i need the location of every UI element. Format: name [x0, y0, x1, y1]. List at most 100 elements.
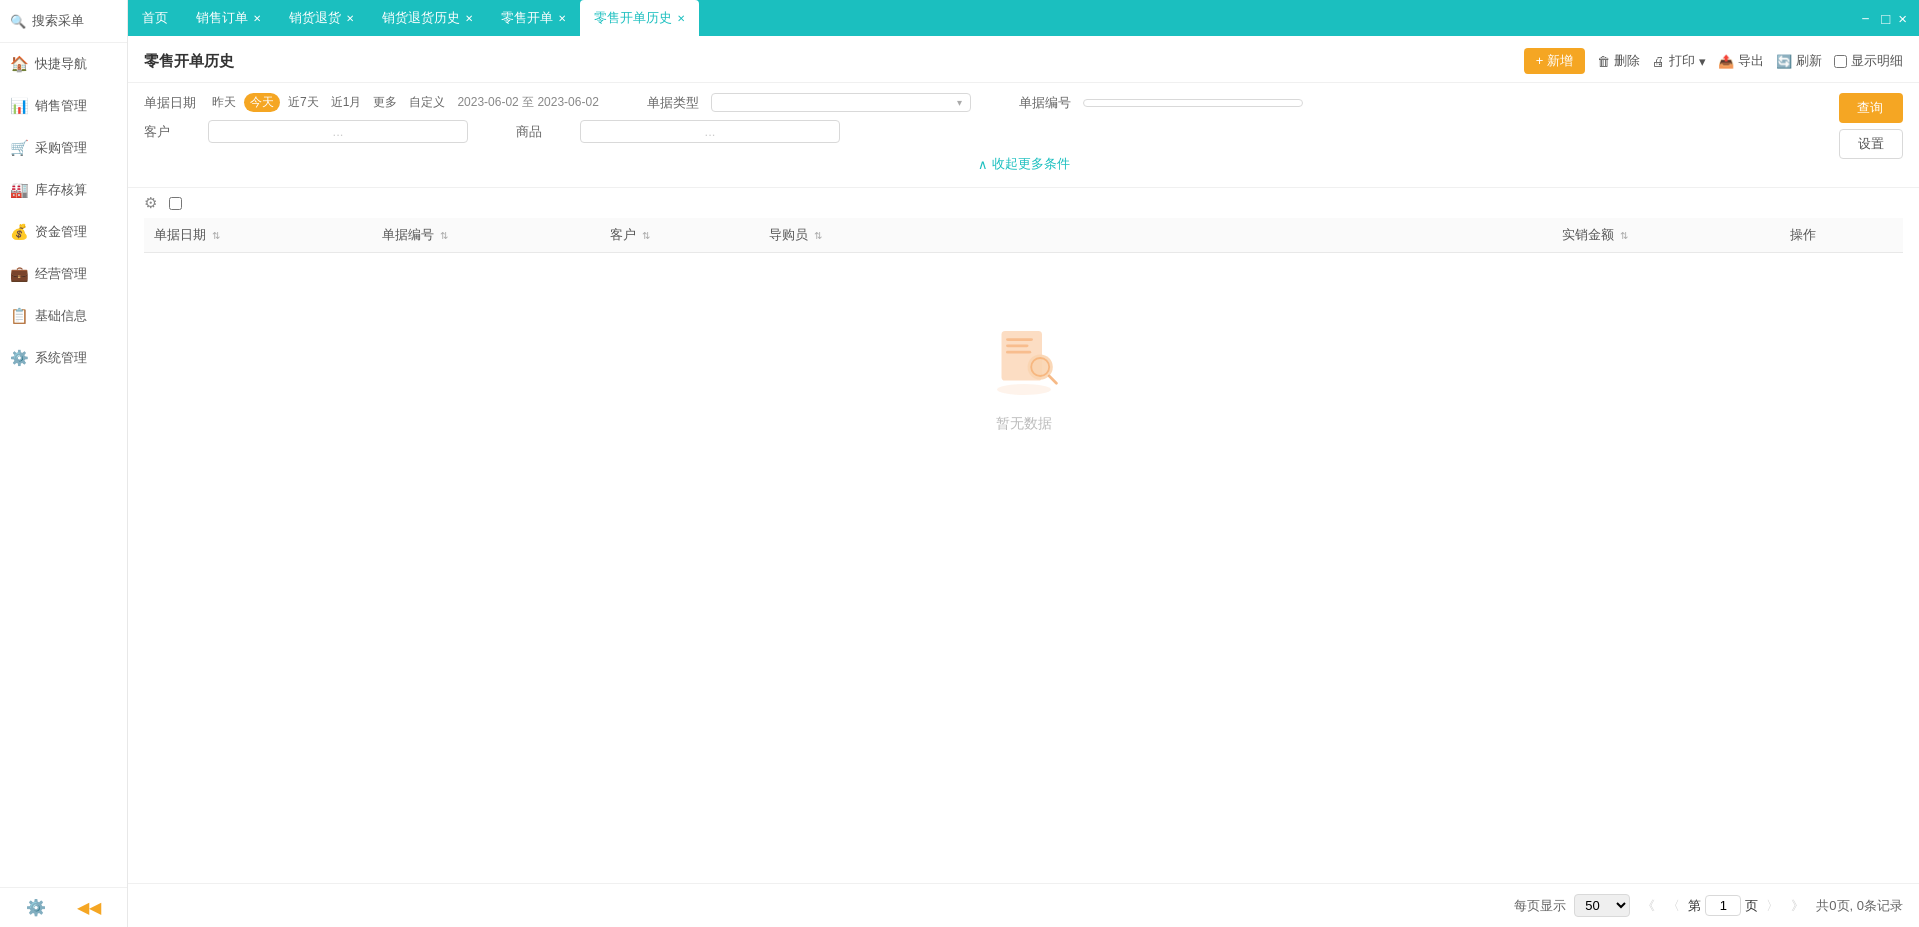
file-icon: 📋 — [10, 307, 29, 325]
svg-rect-4 — [1006, 351, 1031, 354]
page-title: 零售开单历史 — [144, 52, 234, 71]
number-input[interactable] — [1083, 99, 1303, 107]
settings-icon-btn[interactable]: ⚙️ — [26, 898, 46, 917]
print-button[interactable]: 🖨 打印 ▾ — [1652, 52, 1706, 70]
sidebar-item-purchase-mgmt[interactable]: 🛒 采购管理 — [0, 127, 127, 169]
sidebar-item-operations[interactable]: 💼 经营管理 — [0, 253, 127, 295]
chart-icon: 📊 — [10, 97, 29, 115]
col-action: 操作 — [1780, 218, 1903, 253]
sort-customer-icon[interactable]: ⇅ — [642, 230, 650, 241]
date-btn-today[interactable]: 今天 — [244, 93, 280, 112]
collapse-up-icon: ∧ — [978, 157, 988, 172]
date-btn-7days[interactable]: 近7天 — [284, 93, 323, 112]
col-amount: 实销金额 ⇅ — [1552, 218, 1780, 253]
tab-retail-history-label: 零售开单历史 — [594, 9, 672, 27]
page-header: 零售开单历史 + 新增 🗑 删除 🖨 打印 ▾ 📤 导出 — [128, 36, 1919, 83]
date-btn-yesterday[interactable]: 昨天 — [208, 93, 240, 112]
display-checkbox[interactable] — [1834, 55, 1847, 68]
close-tab-sales-return-history[interactable]: ✕ — [465, 13, 473, 24]
close-tab-sales-return[interactable]: ✕ — [346, 13, 354, 24]
add-button[interactable]: + 新增 — [1524, 48, 1585, 74]
refresh-button[interactable]: 🔄 刷新 — [1776, 52, 1822, 70]
display-label: 显示明细 — [1851, 52, 1903, 70]
sidebar-item-quick-nav[interactable]: 🏠 快捷导航 — [0, 43, 127, 85]
goods-input[interactable]: ... — [580, 120, 840, 143]
table-header-row: 单据日期 ⇅ 单据编号 ⇅ 客户 ⇅ 导购员 ⇅ — [144, 218, 1903, 253]
close-btn[interactable]: × — [1898, 10, 1907, 27]
prev-page-btn[interactable]: 〈 — [1663, 895, 1684, 917]
tab-retail-history[interactable]: 零售开单历史 ✕ — [580, 0, 699, 36]
type-select[interactable]: ▾ — [711, 93, 971, 112]
table-settings-icon[interactable]: ⚙ — [144, 194, 157, 212]
sidebar-search[interactable]: 🔍 搜索采单 — [0, 0, 127, 43]
warehouse-icon: 🏭 — [10, 181, 29, 199]
col-action-label: 操作 — [1790, 227, 1816, 242]
select-all-checkbox[interactable] — [169, 197, 182, 210]
print-arrow-icon: ▾ — [1699, 54, 1706, 69]
sort-number-icon[interactable]: ⇅ — [440, 230, 448, 241]
export-label: 导出 — [1738, 52, 1764, 70]
pagination-bar: 每页显示 20 50 100 《 〈 第 页 〉 》 共0页, 0条记录 — [128, 883, 1919, 927]
query-button[interactable]: 查询 — [1839, 93, 1903, 123]
delete-label: 删除 — [1614, 52, 1640, 70]
tab-home[interactable]: 首页 — [128, 0, 182, 36]
tab-sales-order[interactable]: 销售订单 ✕ — [182, 0, 275, 36]
date-btn-1month[interactable]: 近1月 — [327, 93, 366, 112]
export-button[interactable]: 📤 导出 — [1718, 52, 1764, 70]
sidebar-item-basic-info[interactable]: 📋 基础信息 — [0, 295, 127, 337]
table-toolbar: ⚙ — [144, 188, 1903, 218]
tab-sales-return-history[interactable]: 销货退货历史 ✕ — [368, 0, 487, 36]
filter-settings-button[interactable]: 设置 — [1839, 129, 1903, 159]
minimize-btn[interactable]: － — [1858, 9, 1873, 28]
refresh-label: 刷新 — [1796, 52, 1822, 70]
add-label: + 新增 — [1536, 52, 1573, 70]
gear-icon: ⚙️ — [10, 349, 29, 367]
sidebar-item-label: 销售管理 — [35, 97, 87, 115]
page-word: 第 — [1688, 897, 1701, 915]
close-tab-sales-order[interactable]: ✕ — [253, 13, 261, 24]
shopping-icon: 🛒 — [10, 139, 29, 157]
sidebar-item-label: 快捷导航 — [35, 55, 87, 73]
delete-button[interactable]: 🗑 删除 — [1597, 52, 1640, 70]
last-page-btn[interactable]: 》 — [1787, 895, 1808, 917]
sidebar-item-system[interactable]: ⚙️ 系统管理 — [0, 337, 127, 379]
close-tab-retail-open[interactable]: ✕ — [558, 13, 566, 24]
sort-guide-icon[interactable]: ⇅ — [814, 230, 822, 241]
tab-sales-return-history-label: 销货退货历史 — [382, 9, 460, 27]
close-tab-retail-history[interactable]: ✕ — [677, 13, 685, 24]
date-btn-more[interactable]: 更多 — [369, 93, 401, 112]
empty-icon — [979, 313, 1069, 403]
sidebar-item-sales-mgmt[interactable]: 📊 销售管理 — [0, 85, 127, 127]
col-guide-label: 导购员 — [769, 227, 808, 242]
filter-row-2: 客户 ... 商品 ... — [144, 120, 1903, 143]
display-toggle[interactable]: 显示明细 — [1834, 52, 1903, 70]
first-page-btn[interactable]: 《 — [1638, 895, 1659, 917]
customer-dots: ... — [333, 124, 344, 139]
maximize-btn[interactable]: □ — [1881, 10, 1890, 27]
sidebar-item-label: 经营管理 — [35, 265, 87, 283]
per-page-select[interactable]: 20 50 100 — [1574, 894, 1630, 917]
tab-sales-return-label: 销货退货 — [289, 9, 341, 27]
tabs-bar: 首页 销售订单 ✕ 销货退货 ✕ 销货退货历史 ✕ 零售开单 ✕ 零售开单历史 … — [128, 0, 1919, 36]
customer-input[interactable]: ... — [208, 120, 468, 143]
collapse-icon-btn[interactable]: ◀◀ — [77, 898, 101, 917]
tab-sales-return[interactable]: 销货退货 ✕ — [275, 0, 368, 36]
page-input[interactable] — [1705, 895, 1741, 916]
sidebar-item-inventory[interactable]: 🏭 库存核算 — [0, 169, 127, 211]
tab-sales-order-label: 销售订单 — [196, 9, 248, 27]
sidebar-item-label: 采购管理 — [35, 139, 87, 157]
sort-date-icon[interactable]: ⇅ — [212, 230, 220, 241]
date-range: 2023-06-02 至 2023-06-02 — [457, 94, 598, 111]
sidebar-item-label: 库存核算 — [35, 181, 87, 199]
collapse-more-btn[interactable]: ∧ 收起更多条件 — [144, 151, 1903, 177]
tab-retail-open[interactable]: 零售开单 ✕ — [487, 0, 580, 36]
date-btn-custom[interactable]: 自定义 — [405, 93, 449, 112]
home-icon: 🏠 — [10, 55, 29, 73]
sort-amount-icon[interactable]: ⇅ — [1620, 230, 1628, 241]
filter-row-1: 单据日期 昨天 今天 近7天 近1月 更多 自定义 2023-06-02 至 2… — [144, 93, 1903, 112]
sidebar-item-finance[interactable]: 💰 资金管理 — [0, 211, 127, 253]
next-page-btn[interactable]: 〉 — [1762, 895, 1783, 917]
refresh-icon: 🔄 — [1776, 54, 1792, 69]
col-amount-label: 实销金额 — [1562, 227, 1614, 242]
col-guide: 导购员 ⇅ — [759, 218, 952, 253]
